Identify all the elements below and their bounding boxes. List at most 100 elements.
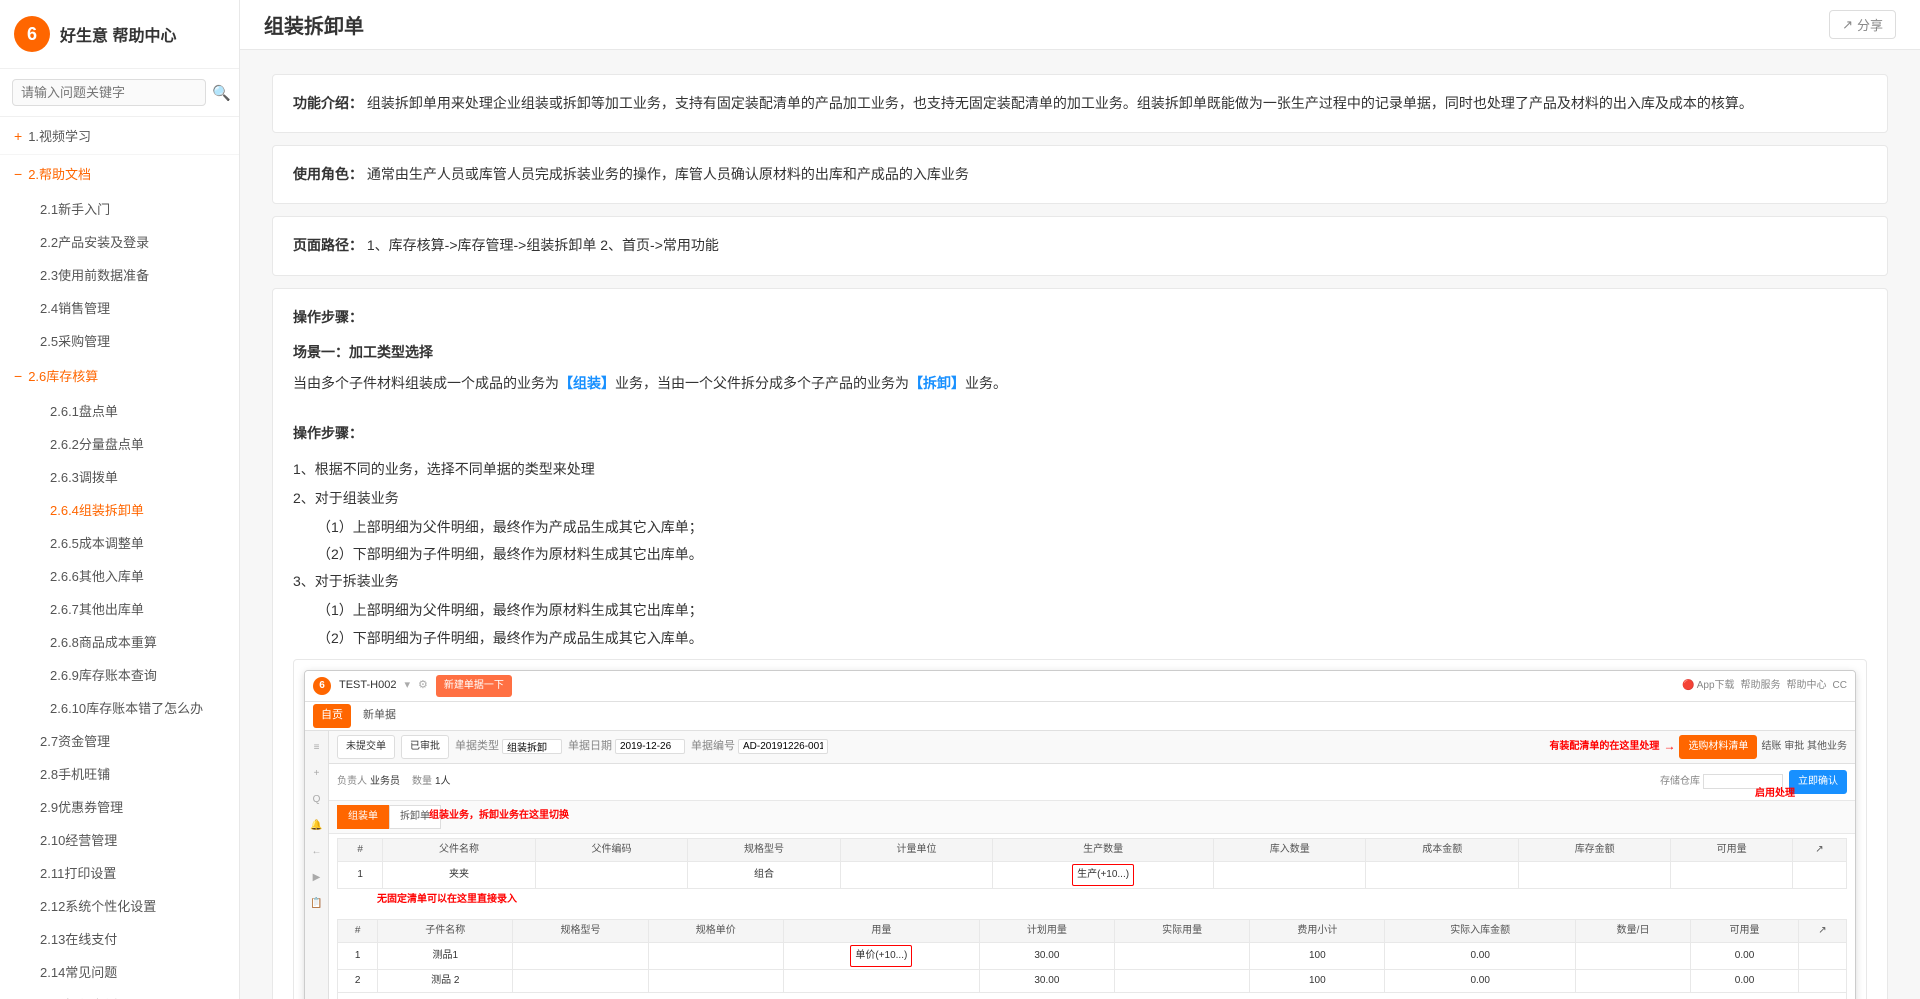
sim-annotation-right: 有装配清单的在这里处理 → 选购材料清单 结账 审批 其他业务 (1549, 735, 1847, 759)
sidebar-item-faq[interactable]: 2.14常见问题 (0, 955, 239, 988)
sim-child-cell-1-unit-price (648, 942, 783, 969)
sim-parent-cell-code (535, 861, 687, 888)
sidebar-item-operations[interactable]: 2.10经营管理 (0, 823, 239, 856)
search-input[interactable] (12, 79, 206, 106)
sidebar-item-other-in[interactable]: 2.6.6其他入库单 (0, 559, 239, 592)
sim-settings-icon: ⚙ (418, 676, 428, 696)
app-title: 好生意 帮助中心 (60, 22, 176, 46)
sim-btn-approved[interactable]: 已审批 (401, 735, 449, 759)
sim-field-date: 单据日期 (568, 737, 685, 757)
sim-parent-cell-stock-amt (1518, 861, 1670, 888)
sim-child-cell-2-usage (783, 969, 979, 992)
sim-parent-cell-in-qty (1214, 861, 1366, 888)
sidebar-item-system-config[interactable]: 2.12系统个性化设置 (0, 889, 239, 922)
sim-child-col-actual-in-amt: 实际入库金额 (1385, 919, 1575, 942)
operations-block: 操作步骤： 场景一：加工类型选择 当由多个子件材料组装成一个成品的业务为【组装】… (272, 288, 1888, 999)
sim-child-cell-2-name: 测品 2 (378, 969, 513, 992)
sidebar-item-video-label: 1.视频学习 (28, 126, 91, 145)
sidebar-item-inventory[interactable]: − 2.6库存核算 (0, 357, 239, 394)
sim-topbar: 6 TEST-H002 ▾ ⚙ 新建单据一下 🔴 App下载 帮助服务 帮助中心… (305, 671, 1855, 702)
role-label: 使用角色： (293, 166, 363, 182)
sidebar-item-other-out[interactable]: 2.6.7其他出库单 (0, 592, 239, 625)
sidebar-item-install[interactable]: 2.2产品安装及登录 (0, 225, 239, 258)
sim-form-responsible: 负责人 业务员 (337, 770, 400, 794)
sim-col-cost: 成本金额 (1366, 838, 1518, 861)
sim-col-parent-name: 父件名称 (383, 838, 535, 861)
sim-tab-zizhuang[interactable]: 自贡 (313, 704, 351, 728)
sidebar-item-print[interactable]: 2.11打印设置 (0, 856, 239, 889)
function-intro-label: 功能介绍： (293, 95, 363, 111)
sim-btn-apply-bom[interactable]: 选购材料清单 (1679, 735, 1757, 759)
sim-form-warehouse-area: 存储仓库 立即确认 (1660, 770, 1847, 794)
sim-col-ops: ↗ (1792, 838, 1846, 861)
sidebar-item-transfer[interactable]: 2.6.3调拨单 (0, 460, 239, 493)
sim-docno-input[interactable] (738, 739, 828, 754)
sim-date-input[interactable] (615, 739, 685, 754)
operations-title: 操作步骤： (293, 305, 1867, 330)
sim-field-type-label: 单据类型 (455, 737, 499, 757)
function-intro-block: 功能介绍： 组装拆卸单用来处理企业组装或拆卸等加工业务，支持有固定装配清单的产品… (272, 74, 1888, 133)
sidebar-item-newcomer[interactable]: 2.1新手入门 (0, 192, 239, 225)
sidebar: 6 好生意 帮助中心 🔍 + 1.视频学习 − 2.帮助文档 2.1新手入门 2… (0, 0, 240, 999)
sim-company: TEST-H002 (339, 676, 396, 696)
sidebar-item-inventory-book[interactable]: 2.6.9库存账本查询 (0, 658, 239, 691)
sidebar-item-finance[interactable]: 2.7资金管理 (0, 724, 239, 757)
sim-child-cell-1-actual (1115, 942, 1250, 969)
sim-parent-cell-avail (1671, 861, 1792, 888)
sim-tab-new-doc[interactable]: 新单据 (355, 704, 404, 728)
sim-child-cell-1-name: 测品1 (378, 942, 513, 969)
sim-child-cell-2-unit-price (648, 969, 783, 992)
share-label: 分享 (1857, 15, 1883, 34)
sidebar-item-online-pay[interactable]: 2.13在线支付 (0, 922, 239, 955)
sim-user-icon: CC (1833, 677, 1847, 695)
sidebar-item-cost-recalc[interactable]: 2.6.8商品成本重算 (0, 625, 239, 658)
nav-section-video: + 1.视频学习 (0, 117, 239, 155)
sim-left-icon-7: 📋 (310, 895, 322, 913)
sim-child-col-avail: 可用量 (1691, 919, 1799, 942)
sim-child-table-wrapper: # 子件名称 规格型号 规格单价 用量 计划用量 实际用量 费用小计 (329, 915, 1855, 999)
topbar: 组装拆卸单 ↗ 分享 (240, 0, 1920, 50)
sidebar-item-mobile[interactable]: 2.8手机旺铺 (0, 757, 239, 790)
sidebar-item-partial-stocktake[interactable]: 2.6.2分量盘点单 (0, 427, 239, 460)
sim-new-doc-btn[interactable]: 新建单据一下 (436, 675, 512, 697)
sidebar-item-coupon[interactable]: 2.9优惠券管理 (0, 790, 239, 823)
sidebar-item-sales[interactable]: 2.4销售管理 (0, 291, 239, 324)
sidebar-item-inventory-fix[interactable]: 2.6.10库存账本错了怎么办 (0, 691, 239, 724)
sim-child-col-name: 子件名称 (378, 919, 513, 942)
sim-left-icon-1: ≡ (314, 739, 320, 757)
sim-help-service-icon: 帮助服务 (1741, 677, 1781, 695)
sim-child-cell-1-qty-day (1575, 942, 1690, 969)
sim-child-cell-2-actual-in: 0.00 (1385, 969, 1575, 992)
sim-direct-input-annotation: 无固定清单可以在这里直接录入 (377, 891, 1847, 909)
share-button[interactable]: ↗ 分享 (1829, 10, 1896, 39)
sidebar-item-cost-adjust[interactable]: 2.6.5成本调整单 (0, 526, 239, 559)
sim-child-table: # 子件名称 规格型号 规格单价 用量 计划用量 实际用量 费用小计 (337, 919, 1847, 999)
sidebar-item-prepare[interactable]: 2.3使用前数据准备 (0, 258, 239, 291)
sidebar-item-docs-label: 2.帮助文档 (28, 164, 91, 183)
sim-child-cell-1-subtotal: 100 (1250, 942, 1385, 969)
sim-btn-uncommitted[interactable]: 未提交单 (337, 735, 395, 759)
path-label: 页面路径： (293, 237, 363, 253)
search-icon[interactable]: 🔍 (212, 84, 231, 102)
sidebar-item-assembly[interactable]: 2.6.4组装拆卸单 (0, 493, 239, 526)
sidebar-item-video[interactable]: + 1.视频学习 (0, 117, 239, 154)
sim-child-cell-1-avail: 0.00 (1691, 942, 1799, 969)
sidebar-item-docs[interactable]: − 2.帮助文档 (0, 155, 239, 192)
sim-enable-annotation: 启用处理 (1755, 785, 1795, 803)
sim-left-icons: ≡ + Q 🔔 ← ▶ 📋 (305, 731, 329, 999)
sim-arrow-icon: → (1663, 736, 1675, 758)
sim-parent-cell-prod-qty: 生产(+10...) (993, 861, 1214, 888)
sidebar-item-stocktake[interactable]: 2.6.1盘点单 (0, 394, 239, 427)
sidebar-item-cases[interactable]: 2.15操作案例 (0, 988, 239, 999)
page-title: 组装拆卸单 (264, 10, 364, 39)
sim-btn-more-actions[interactable]: 结账 审批 其他业务 (1761, 738, 1847, 756)
sidebar-item-purchase[interactable]: 2.5采购管理 (0, 324, 239, 357)
sim-child-col-actual-usage: 实际用量 (1115, 919, 1250, 942)
sim-btn-confirm-now[interactable]: 立即确认 (1789, 770, 1847, 794)
scenario1-title: 场景一：加工类型选择 (293, 340, 1867, 365)
sim-help-center-icon: 帮助中心 (1787, 677, 1827, 695)
content-area: 功能介绍： 组装拆卸单用来处理企业组装或拆卸等加工业务，支持有固定装配清单的产品… (240, 50, 1920, 999)
sim-tab-assembly[interactable]: 组装单 (337, 805, 389, 829)
sim-left-icon-5: ← (312, 843, 322, 861)
sim-type-input[interactable] (502, 739, 562, 754)
